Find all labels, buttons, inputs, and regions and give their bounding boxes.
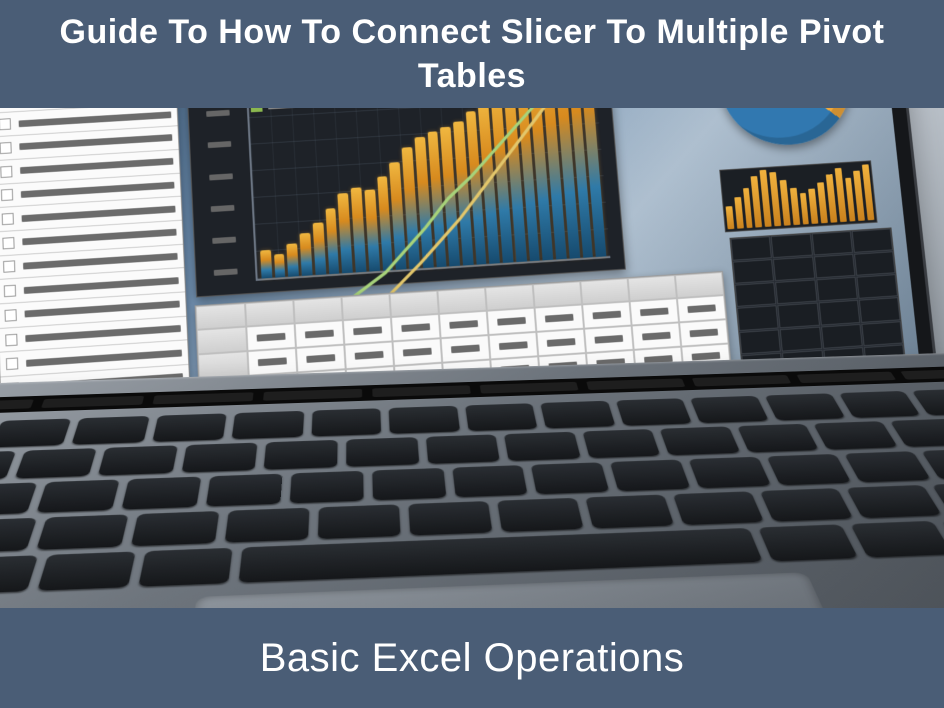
laptop-deck (0, 349, 944, 608)
keyboard (0, 387, 944, 599)
hero-illustration: MacBook-style (0, 108, 944, 608)
chart-plot-area (244, 108, 611, 281)
bottom-banner: Basic Excel Operations (0, 608, 944, 708)
page-subtitle: Basic Excel Operations (260, 636, 685, 681)
top-banner: Guide To How To Connect Slicer To Multip… (0, 0, 944, 108)
chart-y-axis (203, 108, 249, 276)
page-title: Guide To How To Connect Slicer To Multip… (40, 10, 904, 98)
main-bar-chart (184, 108, 626, 297)
mini-bar-chart (719, 160, 877, 232)
